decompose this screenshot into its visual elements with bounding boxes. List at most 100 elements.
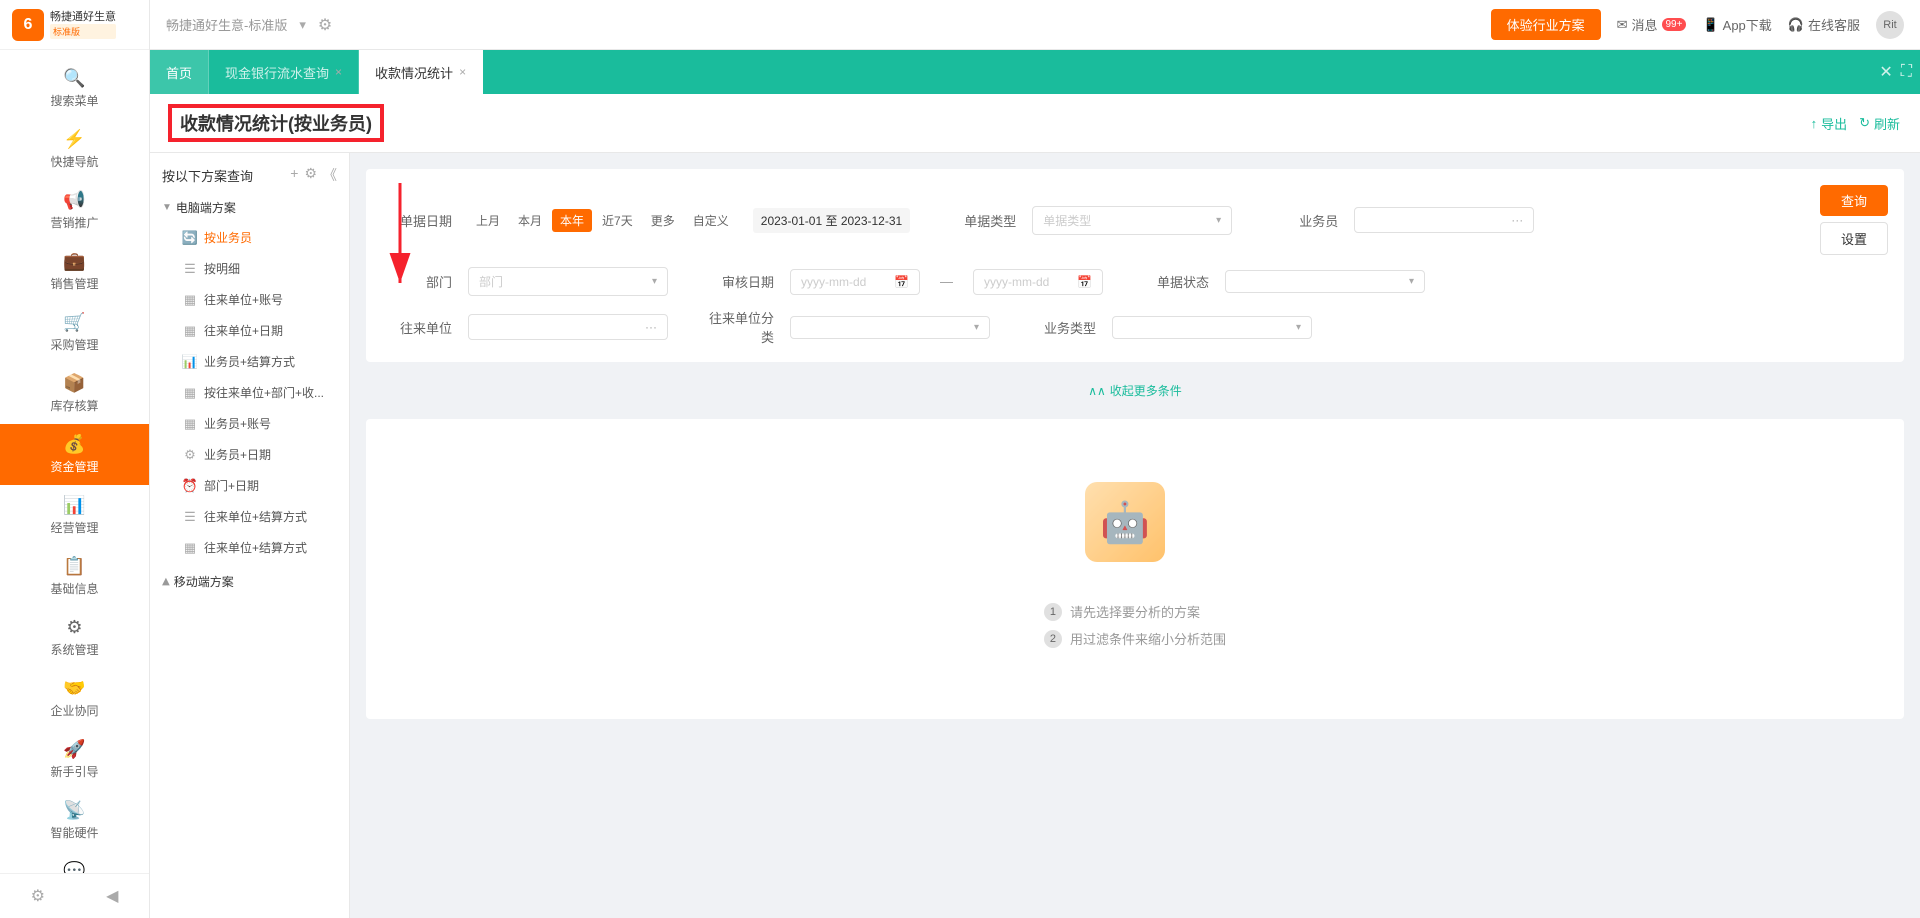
filter-settings-btn[interactable]: 设置: [1820, 222, 1888, 255]
filter-date-group: 上月 本月 本年 近7天 更多 自定义 2023-01-01 至 2023-12…: [468, 208, 910, 233]
sidebar-item-purchase[interactable]: 🛒 采购管理: [0, 302, 149, 363]
trial-btn[interactable]: 体验行业方案: [1491, 9, 1601, 40]
sp-account-icon: ▦: [182, 416, 198, 432]
plan-item-salesperson[interactable]: 🔄 按业务员: [154, 222, 345, 253]
partner-more-icon[interactable]: ···: [645, 320, 657, 334]
filter-row-1: 单据日期 上月 本月 本年 近7天 更多 自定义 2023-01-01 至 20…: [382, 185, 1888, 255]
salesperson-input[interactable]: ···: [1354, 207, 1534, 233]
main-content: 按以下方案查询 + ⚙ 《 ▼ 电脑端方案 🔄 按业务员: [150, 153, 1920, 918]
sidebar-item-operation[interactable]: 📊 经营管理: [0, 485, 149, 546]
sidebar-item-label: 资金管理: [50, 458, 98, 475]
tab-home[interactable]: 首页: [150, 50, 209, 94]
sidebar-item-guide[interactable]: 🚀 新手引导: [0, 729, 149, 790]
business-type-label: 业务类型: [1026, 318, 1096, 337]
sidebar-item-label: 采购管理: [50, 336, 98, 353]
sales-icon: 💼: [63, 251, 85, 272]
plan-item-salesperson-settlement[interactable]: 📊 业务员+结算方式: [154, 346, 345, 377]
detail-item-icon: ☰: [182, 261, 198, 277]
voucher-type-chevron: ▾: [1216, 215, 1221, 226]
tab-bank-flow[interactable]: 现金银行流水查询 ×: [209, 50, 359, 94]
plan-item-sp-account[interactable]: ▦ 业务员+账号: [154, 408, 345, 439]
sidebar-item-search[interactable]: 🔍 搜索菜单: [0, 58, 149, 119]
plan-item-partner-dept[interactable]: ▦ 按往来单位+部门+收...: [154, 377, 345, 408]
plan-item-partner-account[interactable]: ▦ 往来单位+账号: [154, 284, 345, 315]
sidebar-item-inventory[interactable]: 📦 库存核算: [0, 363, 149, 424]
left-panel: 按以下方案查询 + ⚙ 《 ▼ 电脑端方案 🔄 按业务员: [150, 153, 350, 918]
partner-date-icon: ▦: [182, 323, 198, 339]
logo-icon: 6: [12, 9, 44, 41]
date-btn-custom[interactable]: 自定义: [685, 209, 737, 232]
partner-category-select[interactable]: ▾: [790, 316, 990, 339]
collapse-bar[interactable]: ∧∧ 收起更多条件: [366, 374, 1904, 407]
sidebar-item-label: 系统管理: [50, 641, 98, 658]
empty-step1: 1 请先选择要分析的方案: [1044, 602, 1226, 621]
sidebar-item-marketing[interactable]: 📢 营销推广: [0, 180, 149, 241]
dept-chevron: ▾: [652, 276, 657, 287]
tab-collection-close[interactable]: ×: [459, 65, 466, 79]
business-type-select[interactable]: ▾: [1112, 316, 1312, 339]
plan-item-sp-date[interactable]: ⚙ 业务员+日期: [154, 439, 345, 470]
plan-item-partner-settle1[interactable]: ☰ 往来单位+结算方式: [154, 501, 345, 532]
panel-collapse-icon[interactable]: 《: [323, 165, 337, 185]
sidebar: 6 畅捷通好生意 标准版 🔍 搜索菜单 ⚡ 快捷导航 📢 营销推广 💼 销售管理: [0, 0, 150, 918]
plan-item-detail[interactable]: ☰ 按明细: [154, 253, 345, 284]
detail-item-label: 按明细: [204, 260, 240, 277]
date-btn-7days[interactable]: 近7天: [594, 209, 641, 232]
online-service-label: 在线客服: [1808, 15, 1860, 34]
app-download-btn[interactable]: 📱 App下载: [1702, 15, 1771, 34]
message-icon: ✉: [1617, 17, 1628, 33]
sidebar-item-basicinfo[interactable]: 📋 基础信息: [0, 546, 149, 607]
date-btn-more[interactable]: 更多: [643, 209, 683, 232]
topbar-gear-icon[interactable]: ⚙: [318, 15, 332, 35]
user-avatar[interactable]: Rit: [1876, 11, 1904, 39]
filter-row-3: 往来单位 ··· 往来单位分类 ▾ 业务类型: [382, 308, 1888, 346]
sidebar-item-sales[interactable]: 💼 销售管理: [0, 241, 149, 302]
smarthw-icon: 📡: [63, 800, 85, 821]
online-service-btn[interactable]: 🎧 在线客服: [1788, 15, 1860, 34]
sidebar-item-wechat[interactable]: 💬 企业微信: [0, 851, 149, 873]
voucher-status-select[interactable]: ▾: [1225, 270, 1425, 293]
panel-add-icon[interactable]: +: [290, 165, 298, 185]
date-separator: —: [936, 274, 957, 289]
plan-item-partner-settle2[interactable]: ▦ 往来单位+结算方式: [154, 532, 345, 563]
date-btn-this-month[interactable]: 本月: [510, 209, 550, 232]
export-btn[interactable]: ↑ 导出: [1811, 114, 1848, 133]
date-btn-this-year[interactable]: 本年: [552, 209, 592, 232]
breadcrumb-dropdown-icon[interactable]: ▾: [299, 17, 306, 33]
sp-settlement-label: 业务员+结算方式: [204, 353, 295, 370]
partner-input[interactable]: ···: [468, 314, 668, 340]
sidebar-item-enterprise[interactable]: 🤝 企业协同: [0, 668, 149, 729]
salesperson-more-icon[interactable]: ···: [1511, 213, 1523, 227]
message-btn[interactable]: ✉ 消息 99+: [1617, 15, 1687, 34]
sidebar-collapse-btn[interactable]: ◀: [106, 886, 118, 906]
plan-item-dept-date[interactable]: ⏰ 部门+日期: [154, 470, 345, 501]
tab-bank-flow-close[interactable]: ×: [335, 65, 342, 79]
sidebar-item-finance[interactable]: 💰 资金管理: [0, 424, 149, 485]
review-date-start[interactable]: yyyy-mm-dd 📅: [790, 269, 920, 295]
panel-settings-icon[interactable]: ⚙: [304, 165, 317, 185]
refresh-btn[interactable]: ↻ 刷新: [1859, 114, 1900, 133]
review-date-end[interactable]: yyyy-mm-dd 📅: [973, 269, 1103, 295]
breadcrumb: 畅捷通好生意-标准版: [166, 15, 287, 34]
sidebar-settings-btn[interactable]: ⚙: [31, 886, 45, 906]
page-title: 收款情况统计(按业务员): [170, 106, 382, 140]
tab-close-btn[interactable]: ✕: [1879, 62, 1892, 82]
voucher-type-select[interactable]: 单据类型 ▾: [1032, 206, 1232, 235]
desktop-group-title[interactable]: ▼ 电脑端方案: [150, 193, 349, 222]
sidebar-item-system[interactable]: ⚙ 系统管理: [0, 607, 149, 668]
topbar-left: 畅捷通好生意-标准版 ▾ ⚙: [166, 15, 332, 35]
topbar: 畅捷通好生意-标准版 ▾ ⚙ 体验行业方案 ✉ 消息 99+ 📱 App下载 🎧…: [150, 0, 1920, 50]
sidebar-item-smarthw[interactable]: 📡 智能硬件: [0, 790, 149, 851]
panel-title: 按以下方案查询: [162, 166, 253, 185]
logo-name: 畅捷通好生意: [50, 10, 116, 24]
tab-collection-stat[interactable]: 收款情况统计 ×: [359, 50, 483, 94]
query-btn[interactable]: 查询: [1820, 185, 1888, 216]
home-label: 首页: [166, 63, 192, 82]
date-btn-last-month[interactable]: 上月: [468, 209, 508, 232]
mobile-group-label: 移动端方案: [174, 573, 234, 590]
mobile-group-title[interactable]: ▶ 移动端方案: [150, 567, 349, 596]
sidebar-item-quicknav[interactable]: ⚡ 快捷导航: [0, 119, 149, 180]
plan-item-partner-date[interactable]: ▦ 往来单位+日期: [154, 315, 345, 346]
dept-select[interactable]: 部门 ▾: [468, 267, 668, 296]
tab-maximize-btn[interactable]: ⛶: [1901, 63, 1912, 81]
